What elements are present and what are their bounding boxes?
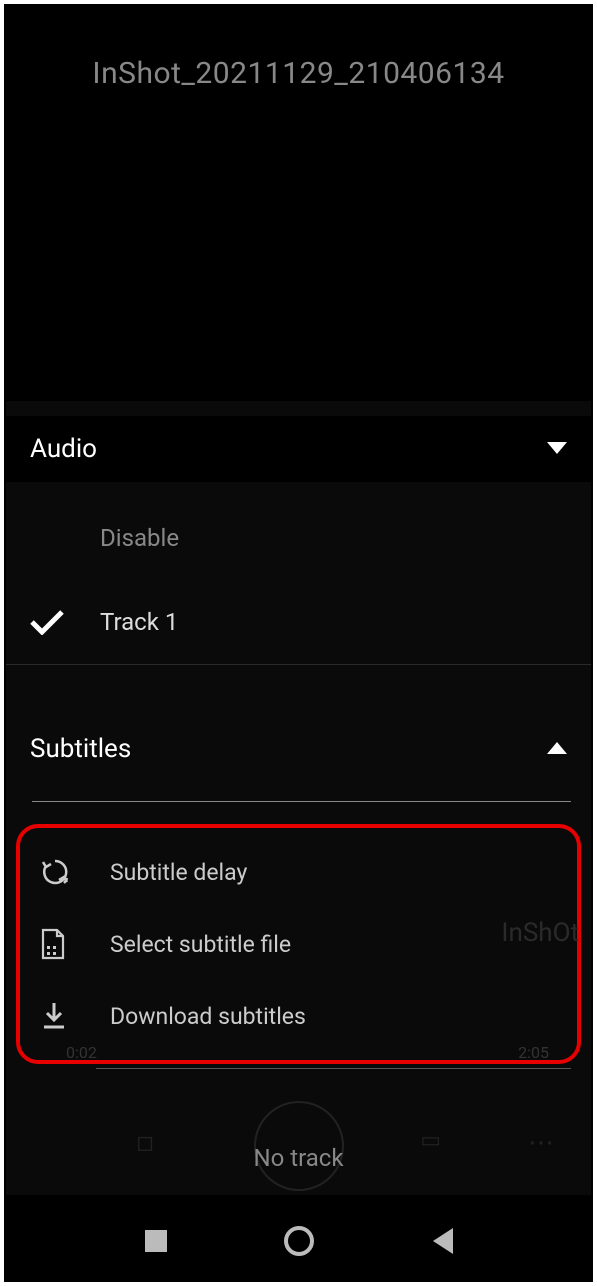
subtitle-action-download[interactable]: Download subtitles (26, 980, 571, 1052)
subtitles-header-label: Subtitles (30, 734, 131, 764)
subtitle-action-label: Subtitle delay (110, 859, 247, 886)
audio-item-track1[interactable]: Track 1 (6, 580, 591, 664)
audio-header-label: Audio (30, 434, 97, 464)
download-icon (40, 1001, 100, 1031)
audio-item-disable[interactable]: Disable (6, 496, 591, 580)
ghost-time-right: 2:05 (518, 1043, 549, 1062)
annotation-highlight: Subtitle delay Select subtitle file (16, 824, 581, 1064)
subtitles-section-header[interactable]: Subtitles (6, 716, 591, 782)
subtitle-action-label: Download subtitles (110, 1003, 306, 1030)
divider (6, 664, 591, 665)
check-icon (30, 609, 90, 635)
file-icon (40, 928, 100, 960)
nav-back-icon[interactable] (429, 1226, 455, 1256)
video-title: InShot_20211129_210406134 (6, 56, 591, 91)
audio-item-label: Track 1 (100, 608, 178, 636)
nav-home-icon[interactable] (282, 1224, 316, 1258)
expand-icon (547, 742, 567, 756)
history-icon (40, 857, 100, 887)
system-nav-bar (6, 1202, 591, 1280)
subtitle-action-label: Select subtitle file (110, 931, 291, 958)
audio-section-header[interactable]: Audio (6, 416, 591, 482)
divider (32, 801, 571, 802)
ghost-time-left: 0:02 (66, 1043, 97, 1062)
no-track-label: No track (6, 1144, 591, 1172)
subtitle-action-delay[interactable]: Subtitle delay (26, 836, 571, 908)
subtitle-action-select-file[interactable]: Select subtitle file (26, 908, 571, 980)
collapse-icon (547, 442, 567, 456)
divider (96, 1068, 571, 1069)
nav-recent-icon[interactable] (143, 1228, 169, 1254)
audio-item-label: Disable (100, 524, 179, 552)
